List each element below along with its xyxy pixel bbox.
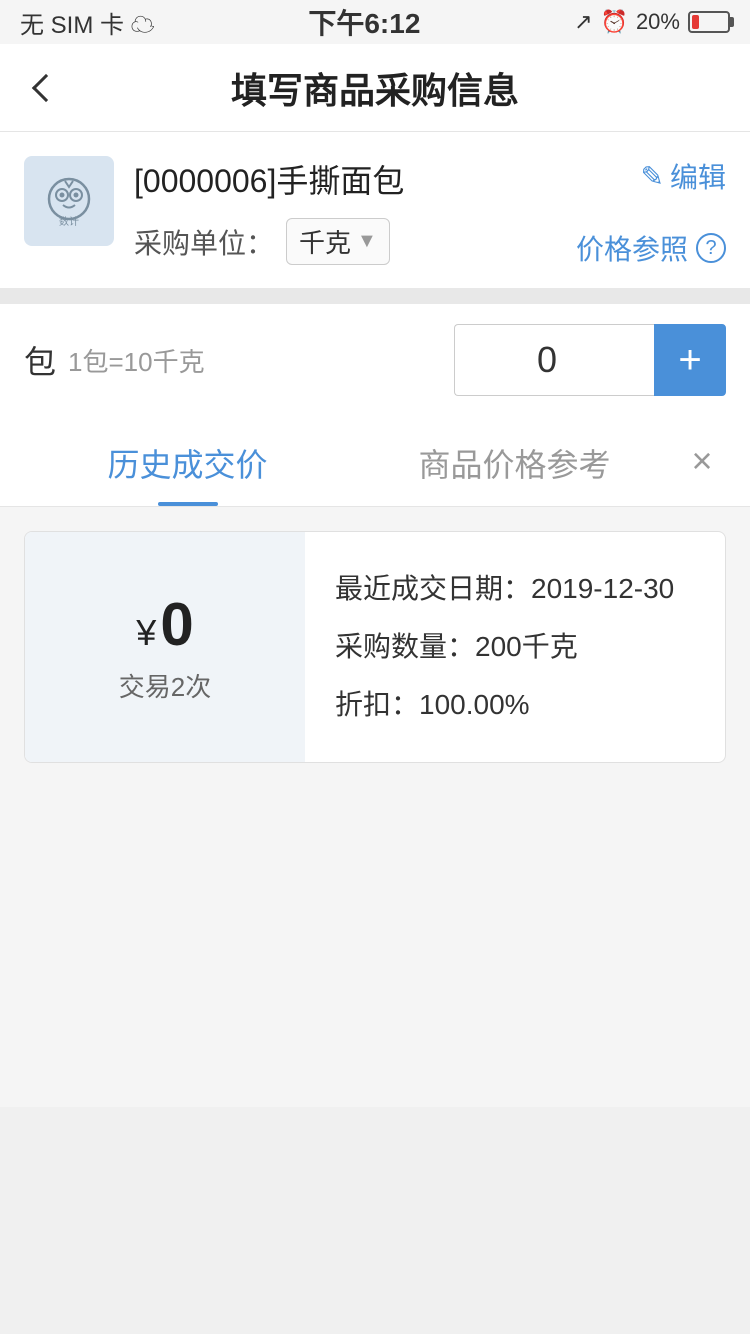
price-card: ¥0 交易2次 最近成交日期：2019-12-30 采购数量：200千克 折扣：… <box>24 531 726 763</box>
price-card-right: 最近成交日期：2019-12-30 采购数量：200千克 折扣：100.00% <box>305 532 725 762</box>
quantity-conversion: 1包=10千克 <box>68 342 205 379</box>
location-icon: ↗ <box>574 9 592 35</box>
status-bar: 无 SIM 卡 ☁ 下午6:12 ↗ ⏰ 20% <box>0 0 750 44</box>
recent-date-label: 最近成交日期： <box>335 573 531 604</box>
back-button[interactable] <box>24 66 68 110</box>
unit-dropdown-arrow: ▼ <box>357 230 377 253</box>
quantity-detail-value: 200千克 <box>475 631 578 662</box>
tab-close-button[interactable]: × <box>678 437 726 485</box>
price-card-left: ¥0 交易2次 <box>25 532 305 762</box>
recent-date-value: 2019-12-30 <box>531 573 674 604</box>
price-trades: 交易2次 <box>119 667 211 704</box>
currency-symbol: ¥ <box>136 612 156 653</box>
unit-select[interactable]: 千克 ▼ <box>286 218 390 265</box>
quantity-input-group: + <box>454 324 726 396</box>
help-question-mark: ? <box>705 237 716 260</box>
discount-value: 100.00% <box>419 689 530 720</box>
discount-item: 折扣：100.00% <box>335 684 695 726</box>
product-left: 数计 [0000006]手撕面包 采购单位： 千克 ▼ <box>24 156 404 265</box>
status-left: 无 SIM 卡 ☁ <box>20 5 155 40</box>
quantity-item: 采购数量：200千克 <box>335 626 695 668</box>
discount-label: 折扣： <box>335 689 419 720</box>
close-icon: × <box>691 440 712 482</box>
product-card: 数计 [0000006]手撕面包 采购单位： 千克 ▼ ✎ 编辑 <box>0 132 750 288</box>
quantity-unit: 包 <box>24 337 56 383</box>
plus-icon: + <box>678 338 701 383</box>
quantity-plus-button[interactable]: + <box>654 324 726 396</box>
help-icon[interactable]: ? <box>696 233 726 263</box>
status-right: ↗ ⏰ 20% <box>574 9 730 35</box>
quantity-left: 包 1包=10千克 <box>24 337 205 383</box>
edit-icon: ✎ <box>641 160 664 193</box>
history-content: ¥0 交易2次 最近成交日期：2019-12-30 采购数量：200千克 折扣：… <box>0 507 750 1107</box>
tab-product-price[interactable]: 商品价格参考 <box>351 416 678 506</box>
unit-value: 千克 <box>299 223 351 260</box>
quantity-row: 包 1包=10千克 + <box>0 304 750 416</box>
svg-text:数计: 数计 <box>59 215 79 228</box>
tab-history-price[interactable]: 历史成交价 <box>24 416 351 506</box>
battery-icon <box>688 11 730 33</box>
tabs-container: 历史成交价 商品价格参考 × <box>0 416 750 507</box>
edit-label: 编辑 <box>670 156 726 196</box>
battery-percent: 20% <box>636 9 680 35</box>
tab-product-label: 商品价格参考 <box>418 447 610 483</box>
section-divider <box>0 288 750 304</box>
price-ref-link[interactable]: 价格参照 <box>576 228 688 268</box>
edit-button[interactable]: ✎ 编辑 <box>641 156 726 196</box>
back-arrow-icon <box>32 73 60 101</box>
sim-status: 无 SIM 卡 ☁ <box>20 5 155 40</box>
product-header: 数计 [0000006]手撕面包 采购单位： 千克 ▼ ✎ 编辑 <box>24 156 726 268</box>
product-info: [0000006]手撕面包 采购单位： 千克 ▼ <box>134 156 404 265</box>
status-time: 下午6:12 <box>308 2 420 42</box>
quantity-input[interactable] <box>454 324 654 396</box>
nav-bar: 填写商品采购信息 <box>0 44 750 132</box>
product-name: [0000006]手撕面包 <box>134 156 404 202</box>
unit-label: 采购单位： <box>134 222 274 262</box>
recent-date-item: 最近成交日期：2019-12-30 <box>335 568 695 610</box>
product-thumbnail: 数计 <box>24 156 114 246</box>
price-value: 0 <box>160 591 193 658</box>
quantity-detail-label: 采购数量： <box>335 631 475 662</box>
price-reference[interactable]: 价格参照 ? <box>576 228 726 268</box>
tab-history-label: 历史成交价 <box>107 447 267 483</box>
price-display: ¥0 <box>136 590 193 659</box>
page-title: 填写商品采购信息 <box>231 62 519 114</box>
product-unit-row: 采购单位： 千克 ▼ <box>134 218 404 265</box>
alarm-icon: ⏰ <box>601 9 628 35</box>
